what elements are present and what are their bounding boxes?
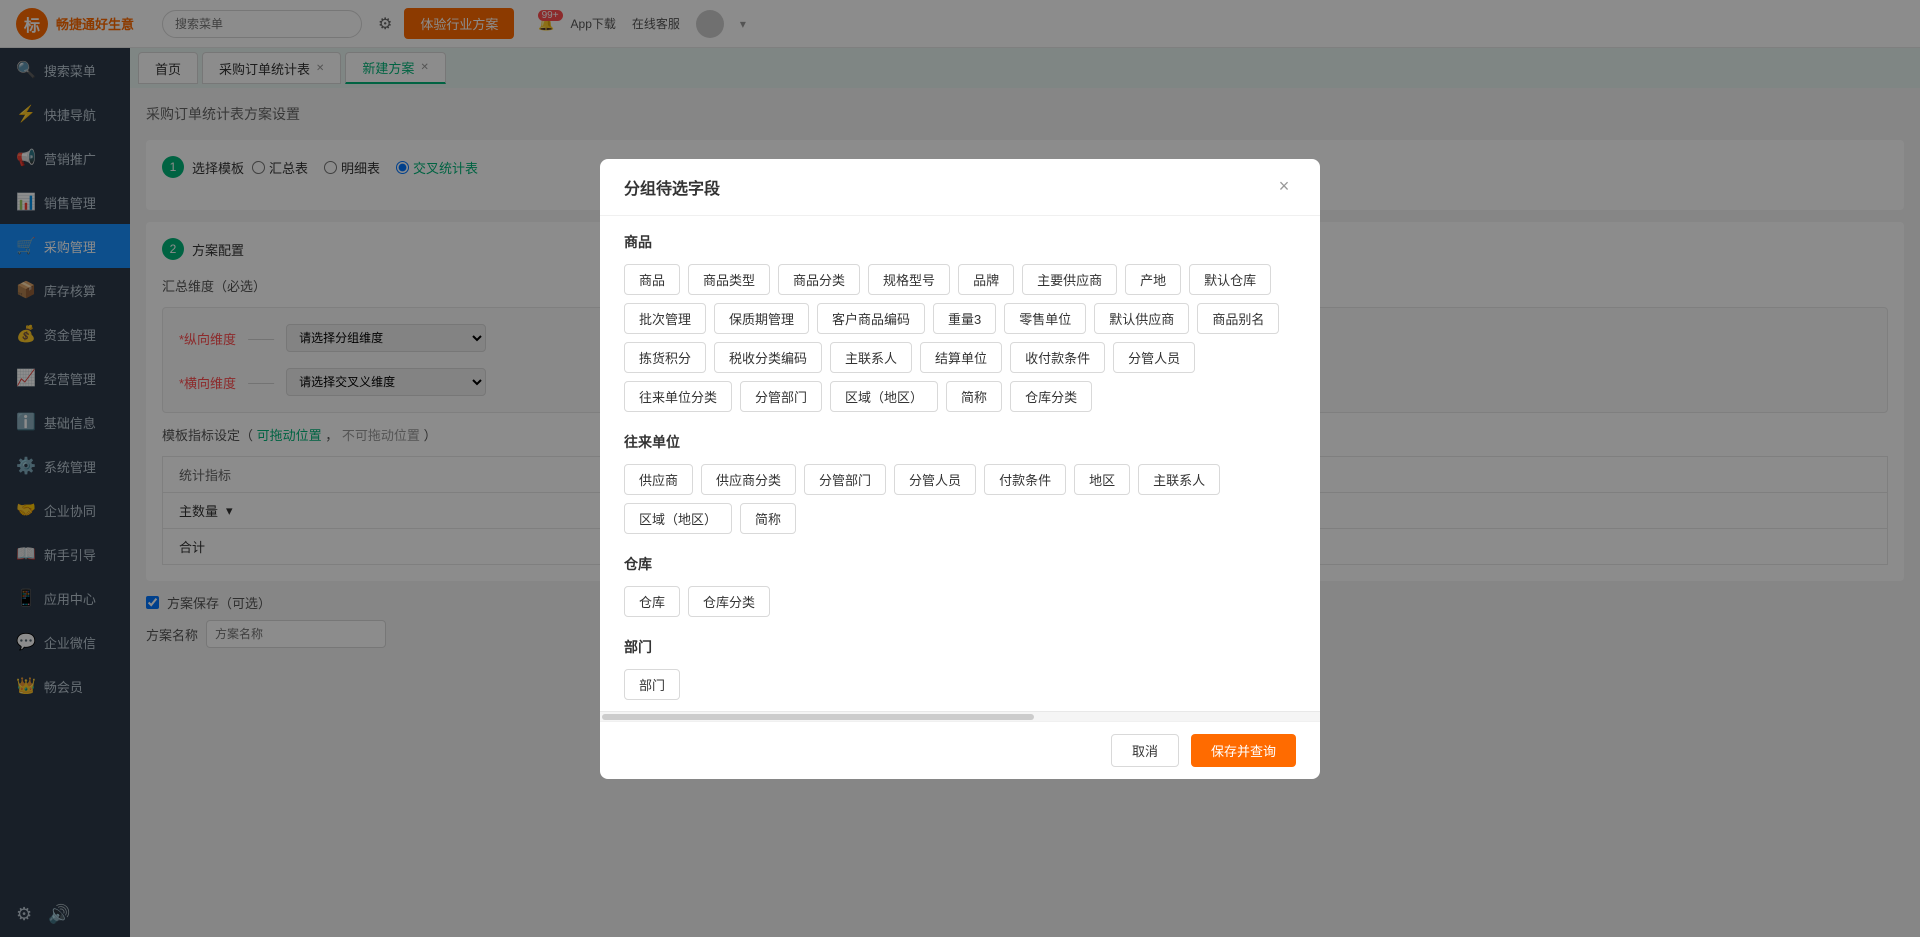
field-group-goods: 商品 商品 商品类型 商品分类 规格型号 品牌 主要供应商 产地 默认仓库 批次… bbox=[624, 232, 1296, 412]
field-group-warehouse: 仓库 仓库 仓库分类 bbox=[624, 554, 1296, 617]
field-tag-partner-5[interactable]: 地区 bbox=[1074, 464, 1130, 495]
field-tag-warehouse-0[interactable]: 仓库 bbox=[624, 586, 680, 617]
field-tags-partner: 供应商 供应商分类 分管部门 分管人员 付款条件 地区 主联系人 区域（地区） … bbox=[624, 464, 1296, 534]
field-tags-dept: 部门 bbox=[624, 669, 1296, 700]
field-tag-goods-19[interactable]: 收付款条件 bbox=[1010, 342, 1105, 373]
field-tag-goods-3[interactable]: 规格型号 bbox=[868, 264, 950, 295]
field-tag-dept-0[interactable]: 部门 bbox=[624, 669, 680, 700]
field-tags-goods: 商品 商品类型 商品分类 规格型号 品牌 主要供应商 产地 默认仓库 批次管理 … bbox=[624, 264, 1296, 412]
field-tag-goods-22[interactable]: 分管部门 bbox=[740, 381, 822, 412]
field-tag-goods-7[interactable]: 默认仓库 bbox=[1189, 264, 1271, 295]
field-tag-goods-15[interactable]: 拣货积分 bbox=[624, 342, 706, 373]
field-tag-goods-10[interactable]: 客户商品编码 bbox=[817, 303, 925, 334]
field-tag-goods-23[interactable]: 区域（地区） bbox=[830, 381, 938, 412]
field-tag-goods-16[interactable]: 税收分类编码 bbox=[714, 342, 822, 373]
modal-close-button[interactable]: × bbox=[1272, 175, 1296, 199]
confirm-button[interactable]: 保存并查询 bbox=[1191, 734, 1296, 767]
modal: 分组待选字段 × 商品 商品 商品类型 商品分类 规格型号 品牌 主要供应商 产… bbox=[600, 159, 1320, 779]
field-tag-warehouse-1[interactable]: 仓库分类 bbox=[688, 586, 770, 617]
field-tag-goods-24[interactable]: 简称 bbox=[946, 381, 1002, 412]
field-tag-partner-6[interactable]: 主联系人 bbox=[1138, 464, 1220, 495]
field-tag-partner-1[interactable]: 供应商分类 bbox=[701, 464, 796, 495]
modal-footer: 取消 保存并查询 bbox=[600, 721, 1320, 779]
field-tag-goods-25[interactable]: 仓库分类 bbox=[1010, 381, 1092, 412]
field-tag-goods-18[interactable]: 结算单位 bbox=[920, 342, 1002, 373]
field-tag-goods-13[interactable]: 默认供应商 bbox=[1094, 303, 1189, 334]
field-group-partner-title: 往来单位 bbox=[624, 432, 1296, 452]
field-group-partner: 往来单位 供应商 供应商分类 分管部门 分管人员 付款条件 地区 主联系人 区域… bbox=[624, 432, 1296, 534]
field-tag-goods-6[interactable]: 产地 bbox=[1125, 264, 1181, 295]
field-tag-partner-7[interactable]: 区域（地区） bbox=[624, 503, 732, 534]
field-group-warehouse-title: 仓库 bbox=[624, 554, 1296, 574]
field-tag-goods-9[interactable]: 保质期管理 bbox=[714, 303, 809, 334]
field-tag-goods-12[interactable]: 零售单位 bbox=[1004, 303, 1086, 334]
field-tag-goods-4[interactable]: 品牌 bbox=[958, 264, 1014, 295]
field-group-goods-title: 商品 bbox=[624, 232, 1296, 252]
field-tag-goods-1[interactable]: 商品类型 bbox=[688, 264, 770, 295]
modal-title: 分组待选字段 bbox=[624, 175, 720, 199]
field-tag-goods-20[interactable]: 分管人员 bbox=[1113, 342, 1195, 373]
field-tag-partner-2[interactable]: 分管部门 bbox=[804, 464, 886, 495]
modal-scroll-thumb bbox=[602, 714, 1034, 720]
field-tag-partner-0[interactable]: 供应商 bbox=[624, 464, 693, 495]
cancel-button[interactable]: 取消 bbox=[1111, 734, 1179, 767]
field-tag-goods-17[interactable]: 主联系人 bbox=[830, 342, 912, 373]
modal-bottom-scroll[interactable] bbox=[600, 711, 1320, 721]
field-group-dept: 部门 部门 bbox=[624, 637, 1296, 700]
modal-header: 分组待选字段 × bbox=[600, 159, 1320, 216]
field-tag-partner-3[interactable]: 分管人员 bbox=[894, 464, 976, 495]
field-tag-goods-5[interactable]: 主要供应商 bbox=[1022, 264, 1117, 295]
field-tag-goods-11[interactable]: 重量3 bbox=[933, 303, 996, 334]
modal-body[interactable]: 商品 商品 商品类型 商品分类 规格型号 品牌 主要供应商 产地 默认仓库 批次… bbox=[600, 216, 1320, 711]
field-tag-partner-8[interactable]: 简称 bbox=[740, 503, 796, 534]
field-tags-warehouse: 仓库 仓库分类 bbox=[624, 586, 1296, 617]
field-group-dept-title: 部门 bbox=[624, 637, 1296, 657]
field-tag-goods-8[interactable]: 批次管理 bbox=[624, 303, 706, 334]
field-tag-goods-0[interactable]: 商品 bbox=[624, 264, 680, 295]
field-tag-partner-4[interactable]: 付款条件 bbox=[984, 464, 1066, 495]
field-tag-goods-2[interactable]: 商品分类 bbox=[778, 264, 860, 295]
field-tag-goods-14[interactable]: 商品别名 bbox=[1197, 303, 1279, 334]
modal-overlay: 分组待选字段 × 商品 商品 商品类型 商品分类 规格型号 品牌 主要供应商 产… bbox=[0, 0, 1920, 937]
field-tag-goods-21[interactable]: 往来单位分类 bbox=[624, 381, 732, 412]
